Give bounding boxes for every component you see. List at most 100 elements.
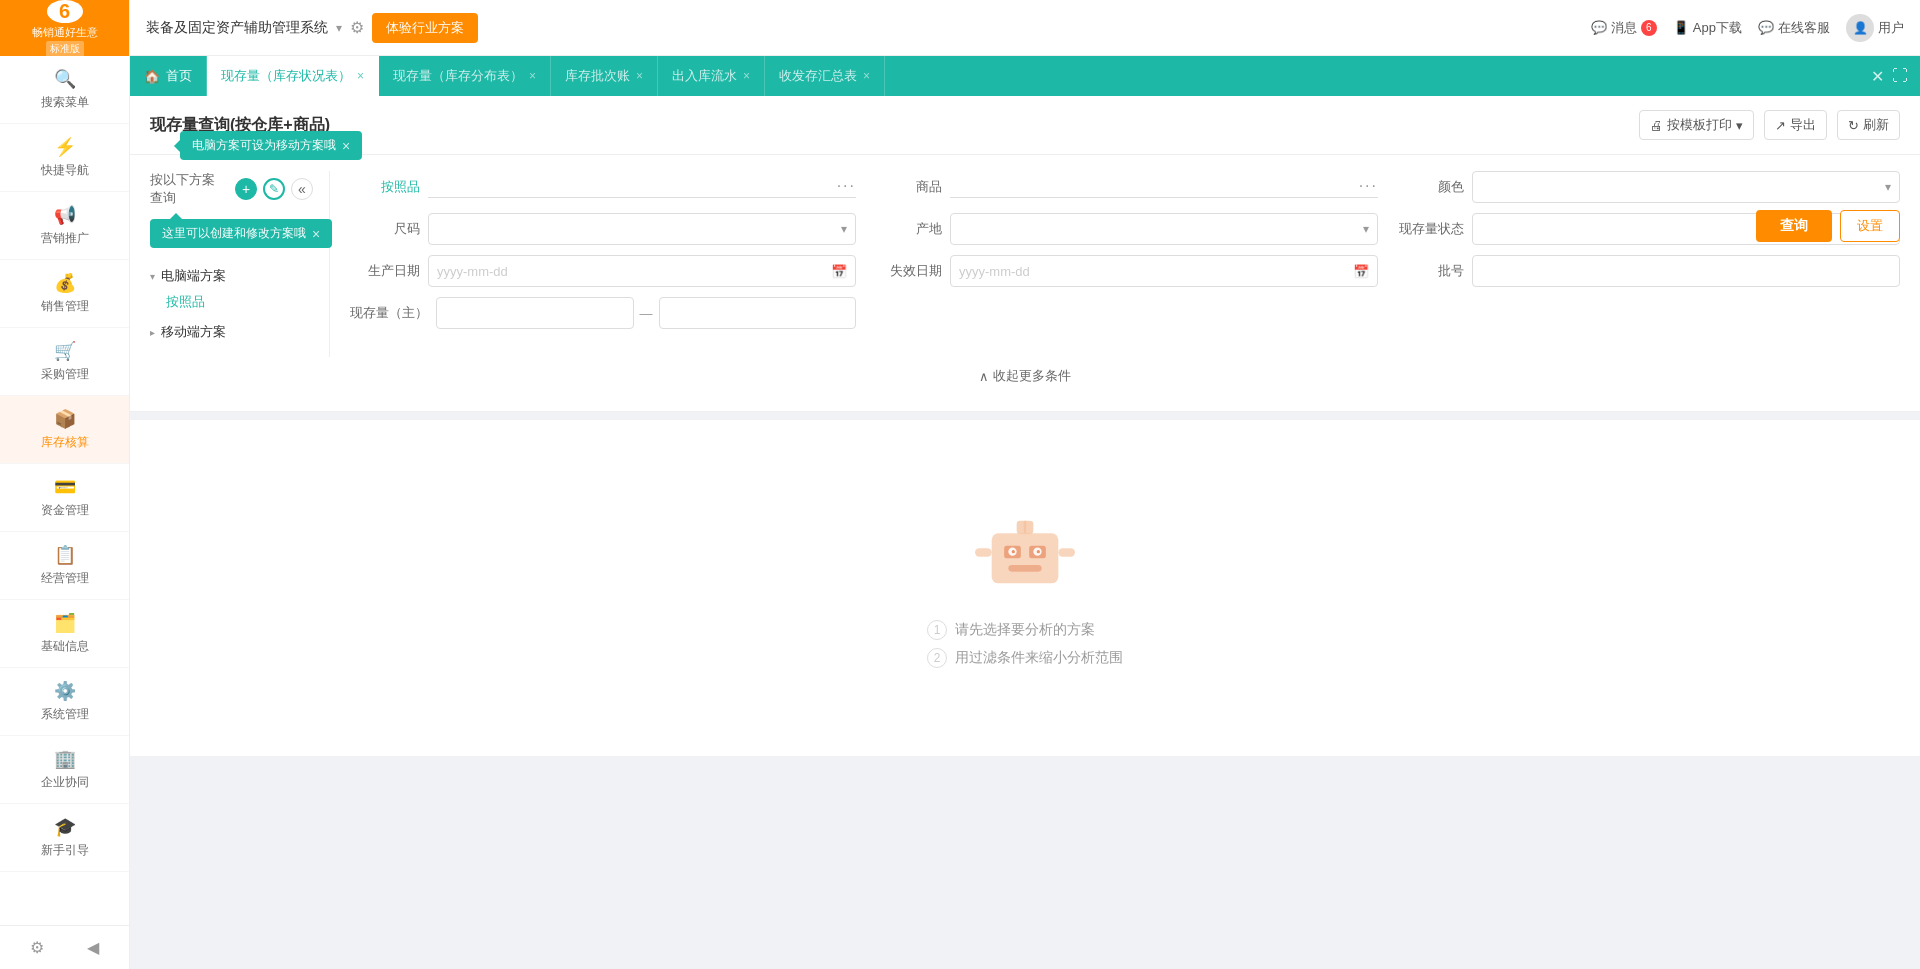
prev-scheme-btn[interactable]: « (291, 178, 313, 200)
app-dropdown-icon[interactable]: ▾ (336, 21, 342, 35)
tooltip2-text: 这里可以创建和修改方案哦 (162, 225, 306, 242)
tab-receive-send[interactable]: 收发存汇总表 × (765, 56, 885, 96)
sidebar-item-quick-nav[interactable]: ⚡ 快捷导航 (0, 124, 129, 192)
batch-input[interactable] (1472, 255, 1900, 287)
tooltip2-close[interactable]: × (312, 226, 320, 242)
tab-in-out-flow-close[interactable]: × (743, 69, 750, 83)
app-download-btn[interactable]: 📱 App下载 (1673, 19, 1742, 37)
filter-row-warehouse: 按照品 ··· (350, 171, 856, 203)
svg-rect-0 (992, 533, 1059, 583)
add-scheme-btn[interactable]: + (235, 178, 257, 200)
sidebar-item-search[interactable]: 🔍 搜索菜单 (0, 56, 129, 124)
tab-batch-ledger-close[interactable]: × (636, 69, 643, 83)
tab-home[interactable]: 🏠 首页 (130, 56, 207, 96)
sidebar-item-system[interactable]: ⚙️ 系统管理 (0, 668, 129, 736)
production-date-placeholder: yyyy-mm-dd (437, 264, 508, 279)
scheme-child-label: 按照品 (166, 293, 205, 311)
logo-badge: 标准版 (46, 41, 84, 57)
purchase-icon: 🛒 (54, 340, 76, 362)
scheme-mobile-arrow: ▸ (150, 327, 155, 338)
tab-inventory-status-close[interactable]: × (357, 69, 364, 83)
topbar-right: 💬 消息 6 📱 App下载 💬 在线客服 👤 用户 (1591, 14, 1904, 42)
user-btn[interactable]: 👤 用户 (1846, 14, 1904, 42)
color-select[interactable]: ▾ (1472, 171, 1900, 203)
sidebar-item-base-info[interactable]: 🗂️ 基础信息 (0, 600, 129, 668)
calendar-icon-expiry: 📅 (1353, 264, 1369, 279)
refresh-label: 刷新 (1863, 116, 1889, 134)
sidebar-item-label: 新手引导 (41, 842, 89, 859)
sidebar-item-marketing[interactable]: 📢 营销推广 (0, 192, 129, 260)
message-btn[interactable]: 💬 消息 6 (1591, 19, 1657, 37)
calendar-icon-production: 📅 (831, 264, 847, 279)
sidebar-item-label: 销售管理 (41, 298, 89, 315)
tab-batch-ledger[interactable]: 库存批次账 × (551, 56, 658, 96)
export-btn[interactable]: ↗ 导出 (1764, 110, 1827, 140)
scheme-desktop-label: 电脑端方案 (161, 267, 226, 285)
size-select[interactable]: ▾ (428, 213, 856, 245)
scheme-desktop[interactable]: ▾ 电脑端方案 (150, 263, 313, 289)
inventory-main-to[interactable] (659, 297, 857, 329)
tooltip1-close[interactable]: × (342, 138, 350, 154)
tooltip1-text: 电脑方案可设为移动方案哦 (192, 137, 336, 154)
filter-row-inventory-main: 现存量（主） — (350, 297, 856, 329)
sidebar-nav: 🔍 搜索菜单 ⚡ 快捷导航 📢 营销推广 💰 销售管理 🛒 采购管理 📦 库存核… (0, 56, 129, 925)
scheme-mobile[interactable]: ▸ 移动端方案 (150, 319, 313, 345)
sidebar-item-purchase[interactable]: 🛒 采购管理 (0, 328, 129, 396)
edit-scheme-btn[interactable]: ✎ (263, 178, 285, 200)
beginner-icon: 🎓 (54, 816, 76, 838)
online-support-btn[interactable]: 💬 在线客服 (1758, 19, 1830, 37)
svg-point-7 (1037, 550, 1040, 553)
sidebar-item-operations[interactable]: 📋 经营管理 (0, 532, 129, 600)
empty-steps: 1 请先选择要分析的方案 2 用过滤条件来缩小分析范围 (927, 620, 1123, 676)
product-label: 商品 (872, 178, 942, 196)
inventory-main-from[interactable] (436, 297, 634, 329)
message-badge: 6 (1641, 20, 1657, 36)
empty-step-1: 1 请先选择要分析的方案 (927, 620, 1123, 640)
step-1-num: 1 (927, 620, 947, 640)
sidebar-item-enterprise[interactable]: 🏢 企业协同 (0, 736, 129, 804)
search-btn[interactable]: 查询 (1756, 210, 1832, 242)
refresh-btn[interactable]: ↻ 刷新 (1837, 110, 1900, 140)
color-dropdown-arrow: ▾ (1885, 180, 1891, 194)
sidebar-item-label: 搜索菜单 (41, 94, 89, 111)
collapse-btn[interactable]: ∧ 收起更多条件 (150, 357, 1900, 395)
reset-btn[interactable]: 设置 (1840, 210, 1900, 242)
tooltip-desktop-scheme: 电脑方案可设为移动方案哦 × (180, 131, 362, 160)
page-header: 现存量查询(按仓库+商品) 🖨 按模板打印 ▾ ↗ 导出 ↻ 刷新 (130, 96, 1920, 155)
export-icon: ↗ (1775, 118, 1786, 133)
sidebar-collapse-btn[interactable]: ◀ (83, 934, 103, 961)
tab-inventory-dist-close[interactable]: × (529, 69, 536, 83)
settings-gear-icon[interactable]: ⚙ (350, 18, 364, 37)
marketing-icon: 📢 (54, 204, 76, 226)
support-icon: 💬 (1758, 20, 1774, 35)
refresh-icon: ↻ (1848, 118, 1859, 133)
sidebar-item-sales[interactable]: 💰 销售管理 (0, 260, 129, 328)
sidebar-item-beginner[interactable]: 🎓 新手引导 (0, 804, 129, 872)
tab-close-all-btn[interactable]: ✕ (1871, 67, 1884, 86)
template-print-btn[interactable]: 🖨 按模板打印 ▾ (1639, 110, 1754, 140)
origin-dropdown-arrow: ▾ (1363, 222, 1369, 236)
tab-in-out-flow[interactable]: 出入库流水 × (658, 56, 765, 96)
industry-btn[interactable]: 体验行业方案 (372, 13, 478, 43)
expiry-date-input[interactable]: yyyy-mm-dd 📅 (950, 255, 1378, 287)
empty-state-illustration (975, 500, 1075, 600)
logo-icon: 6 (47, 0, 83, 23)
sidebar-settings-btn[interactable]: ⚙ (26, 934, 48, 961)
sidebar-item-inventory[interactable]: 📦 库存核算 (0, 396, 129, 464)
production-date-input[interactable]: yyyy-mm-dd 📅 (428, 255, 856, 287)
tab-fullscreen-btn[interactable]: ⛶ (1892, 67, 1908, 85)
warehouse-dots[interactable]: ··· (837, 177, 856, 195)
scheme-desktop-child-1[interactable]: 按照品 (166, 289, 313, 315)
sidebar-item-label: 经营管理 (41, 570, 89, 587)
message-label: 消息 (1611, 19, 1637, 37)
origin-select[interactable]: ▾ (950, 213, 1378, 245)
tab-inventory-dist[interactable]: 现存量（库存分布表） × (379, 56, 551, 96)
svg-point-6 (1012, 550, 1015, 553)
tab-receive-send-close[interactable]: × (863, 69, 870, 83)
filter-row-origin: 产地 ▾ (872, 213, 1378, 245)
empty-state: 1 请先选择要分析的方案 2 用过滤条件来缩小分析范围 (130, 420, 1920, 756)
product-dots[interactable]: ··· (1359, 177, 1378, 195)
sidebar-item-finance[interactable]: 💳 资金管理 (0, 464, 129, 532)
tab-inventory-status[interactable]: 现存量（库存状况表） × (207, 56, 379, 96)
scheme-tree: ▾ 电脑端方案 按照品 ▸ 移动端方案 (150, 263, 313, 345)
